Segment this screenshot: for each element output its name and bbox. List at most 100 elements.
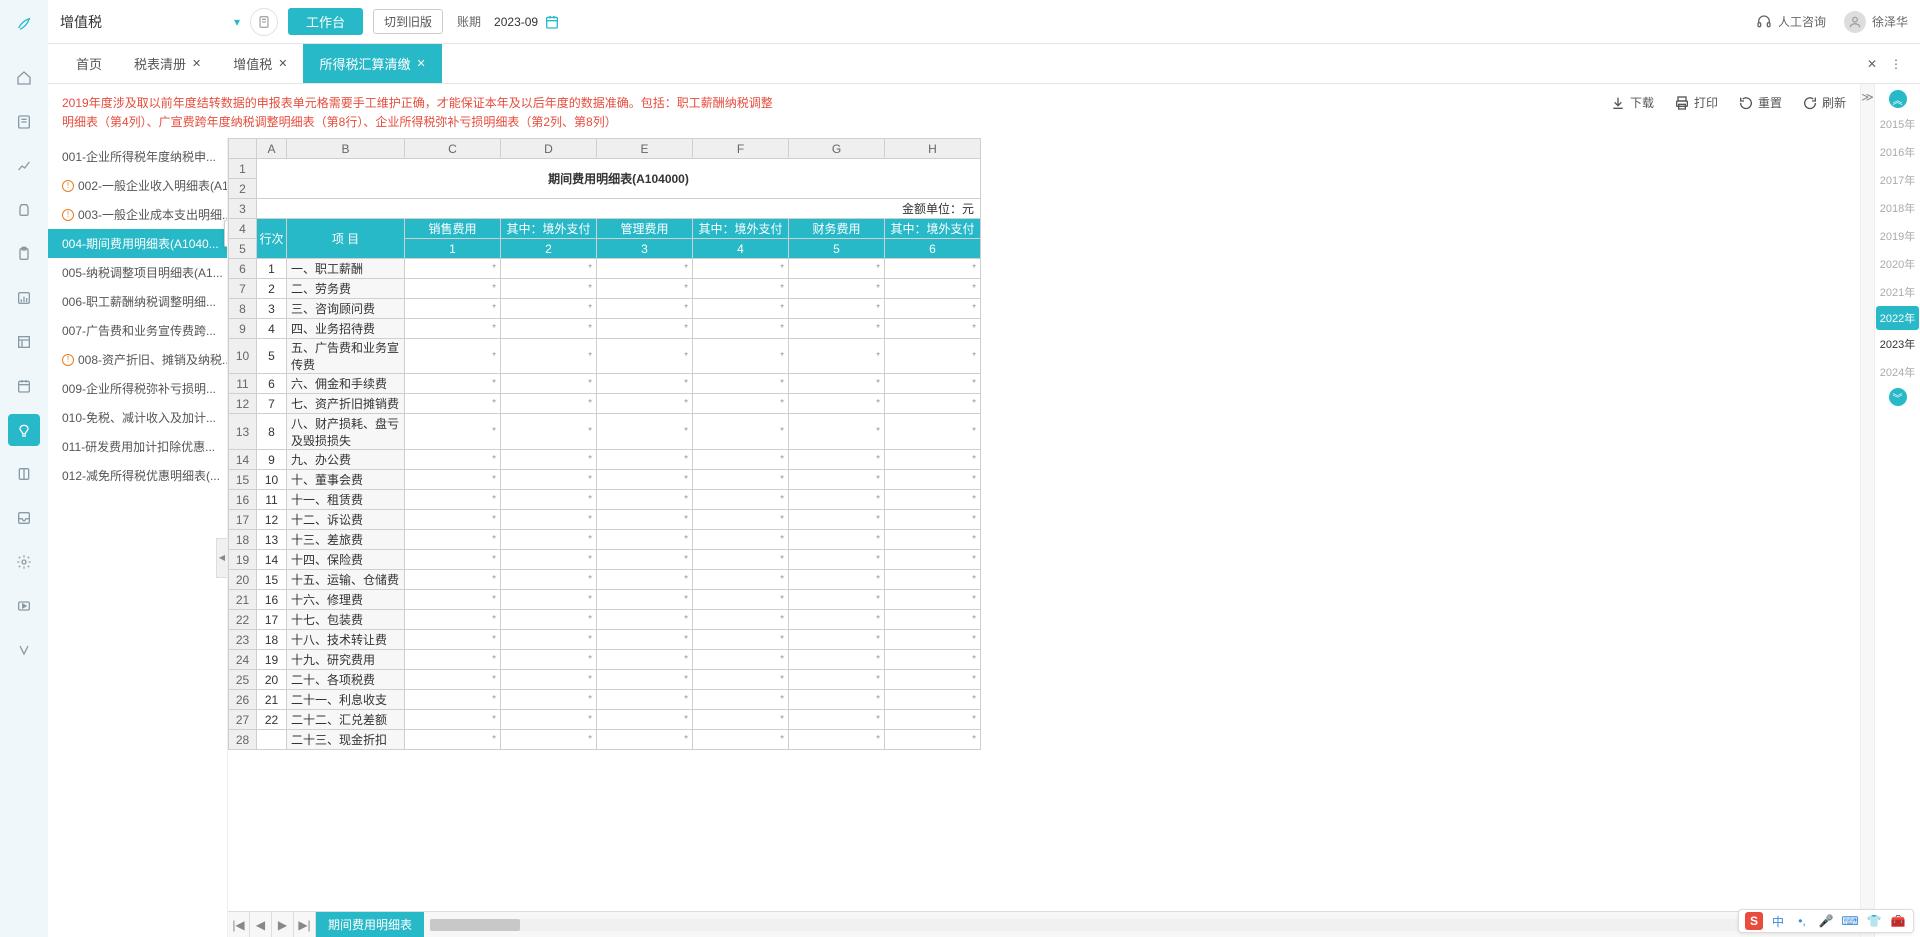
cell-item[interactable]: 七、资产折旧摊销费 [287, 394, 405, 414]
ime-logo-icon[interactable]: S [1745, 912, 1763, 930]
cell-item[interactable]: 十五、运输、仓储费 [287, 570, 405, 590]
cell-value[interactable]: * [501, 299, 597, 319]
tree-item-5[interactable]: 005-纳税调整项目明细表(A1... [48, 258, 227, 287]
cell-value[interactable]: * [693, 650, 789, 670]
row-header-9[interactable]: 9 [229, 319, 257, 339]
note-icon[interactable] [250, 8, 278, 36]
cell-item[interactable]: 十九、研究费用 [287, 650, 405, 670]
cell-value[interactable]: * [693, 630, 789, 650]
cell-value[interactable]: * [789, 510, 885, 530]
old-version-button[interactable]: 切到旧版 [373, 9, 443, 34]
row-header-16[interactable]: 16 [229, 490, 257, 510]
cell-value[interactable]: * [597, 490, 693, 510]
cell-value[interactable]: * [597, 710, 693, 730]
close-all-tabs-icon[interactable]: ✕ [1860, 52, 1884, 76]
tab-home[interactable]: 首页 [60, 44, 118, 83]
cell-rownum[interactable]: 16 [257, 590, 287, 610]
cell-value[interactable]: * [405, 414, 501, 450]
row-header-4[interactable]: 4 [229, 219, 257, 239]
cell-value[interactable]: * [405, 319, 501, 339]
tree-item-7[interactable]: 007-广告费和业务宣传费跨... [48, 316, 227, 345]
scrollbar-thumb[interactable] [430, 919, 520, 931]
cell-value[interactable]: * [789, 490, 885, 510]
year-2015年[interactable]: 2015年 [1880, 110, 1915, 138]
cell-rownum[interactable]: 12 [257, 510, 287, 530]
user-menu[interactable]: 徐泽华 [1844, 11, 1908, 33]
cell-item[interactable]: 五、广告费和业务宣传费 [287, 339, 405, 374]
cell-rownum[interactable]: 7 [257, 394, 287, 414]
refresh-button[interactable]: 刷新 [1802, 94, 1846, 111]
cell-value[interactable]: * [597, 339, 693, 374]
cell-value[interactable]: * [405, 650, 501, 670]
cell-value[interactable]: * [693, 374, 789, 394]
cell-value[interactable]: * [693, 414, 789, 450]
tree-item-12[interactable]: 012-减免所得税优惠明细表(... [48, 461, 227, 490]
cell-value[interactable]: * [405, 279, 501, 299]
cell-value[interactable]: * [789, 394, 885, 414]
year-2024年[interactable]: 2024年 [1880, 358, 1915, 386]
cell-value[interactable]: * [789, 590, 885, 610]
support-link[interactable]: 人工咨询 [1756, 13, 1826, 30]
cell-value[interactable]: * [885, 339, 981, 374]
cell-value[interactable]: * [597, 610, 693, 630]
cell-value[interactable]: * [789, 374, 885, 394]
cell-value[interactable]: * [885, 414, 981, 450]
cell-rownum[interactable]: 5 [257, 339, 287, 374]
cell-value[interactable]: * [885, 470, 981, 490]
cell-value[interactable]: * [597, 550, 693, 570]
cell-item[interactable]: 十八、技术转让费 [287, 630, 405, 650]
cell-value[interactable]: * [885, 299, 981, 319]
cell-rownum[interactable]: 17 [257, 610, 287, 630]
cell-value[interactable]: * [693, 299, 789, 319]
row-header-7[interactable]: 7 [229, 279, 257, 299]
cell-value[interactable]: * [693, 610, 789, 630]
col-header-A[interactable]: A [257, 139, 287, 159]
nav-home-icon[interactable] [8, 62, 40, 94]
cell-value[interactable]: * [501, 730, 597, 750]
row-header-10[interactable]: 10 [229, 339, 257, 374]
nav-v-icon[interactable] [8, 634, 40, 666]
cell-value[interactable]: * [405, 670, 501, 690]
cell-value[interactable]: * [693, 450, 789, 470]
cell-value[interactable]: * [885, 550, 981, 570]
cell-item[interactable]: 四、业务招待费 [287, 319, 405, 339]
row-header-1[interactable]: 1 [229, 159, 257, 179]
year-2016年[interactable]: 2016年 [1880, 138, 1915, 166]
cell-rownum[interactable]: 9 [257, 450, 287, 470]
row-header-19[interactable]: 19 [229, 550, 257, 570]
year-2022年[interactable]: 2022年 [1876, 306, 1919, 330]
corner-cell[interactable] [229, 139, 257, 159]
collapse-tree-handle[interactable]: ◀ [216, 538, 228, 578]
cell-value[interactable]: * [885, 690, 981, 710]
row-header-11[interactable]: 11 [229, 374, 257, 394]
nav-archive-icon[interactable] [8, 458, 40, 490]
cell-value[interactable]: * [501, 450, 597, 470]
cell-value[interactable]: * [789, 630, 885, 650]
tree-item-8[interactable]: !008-资产折旧、摊销及纳税... [48, 345, 227, 374]
cell-value[interactable]: * [693, 470, 789, 490]
cell-item[interactable]: 十、董事会费 [287, 470, 405, 490]
cell-value[interactable]: * [501, 510, 597, 530]
ime-skin-icon[interactable]: 👕 [1865, 912, 1883, 930]
tab-vat[interactable]: 增值税✕ [217, 44, 303, 83]
module-dropdown[interactable]: 增值税 ▾ [60, 12, 240, 32]
row-header-3[interactable]: 3 [229, 199, 257, 219]
tab-tax-list[interactable]: 税表清册✕ [118, 44, 217, 83]
cell-value[interactable]: * [501, 279, 597, 299]
year-2017年[interactable]: 2017年 [1880, 166, 1915, 194]
cell-value[interactable]: * [597, 530, 693, 550]
cell-value[interactable]: * [597, 730, 693, 750]
cell-value[interactable]: * [885, 530, 981, 550]
cell-value[interactable]: * [789, 730, 885, 750]
cell-rownum[interactable]: 2 [257, 279, 287, 299]
cell-value[interactable]: * [597, 570, 693, 590]
cell-value[interactable]: * [597, 394, 693, 414]
cell-value[interactable]: * [405, 590, 501, 610]
cell-value[interactable]: * [789, 319, 885, 339]
cell-value[interactable]: * [885, 730, 981, 750]
cell-value[interactable]: * [693, 690, 789, 710]
cell-value[interactable]: * [597, 690, 693, 710]
cell-value[interactable]: * [597, 630, 693, 650]
cell-value[interactable]: * [501, 490, 597, 510]
row-header-17[interactable]: 17 [229, 510, 257, 530]
